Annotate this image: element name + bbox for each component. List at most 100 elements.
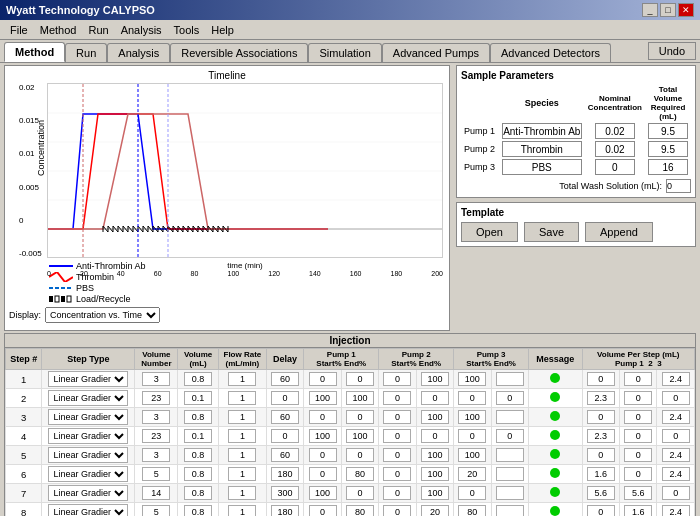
p1-end-input[interactable]: [346, 372, 374, 386]
p1-end-input[interactable]: [346, 391, 374, 405]
tab-simulation[interactable]: Simulation: [308, 43, 381, 62]
pump1-species[interactable]: [502, 123, 582, 139]
volume-input[interactable]: [184, 429, 212, 443]
p2-end-input[interactable]: [421, 391, 449, 405]
v2-input[interactable]: [624, 410, 652, 424]
flow-input[interactable]: [228, 429, 256, 443]
vol-num-input[interactable]: [142, 410, 170, 424]
v1-input[interactable]: [587, 410, 615, 424]
p2-start-input[interactable]: [383, 429, 411, 443]
v3-input[interactable]: [662, 467, 690, 481]
v2-input[interactable]: [624, 448, 652, 462]
v2-input[interactable]: [624, 372, 652, 386]
p3-end-input[interactable]: [496, 448, 524, 462]
v2-input[interactable]: [624, 467, 652, 481]
minimize-button[interactable]: _: [642, 3, 658, 17]
vol-num-input[interactable]: [142, 448, 170, 462]
p3-start-input[interactable]: [458, 448, 486, 462]
window-controls[interactable]: _ □ ✕: [642, 3, 694, 17]
flow-input[interactable]: [228, 467, 256, 481]
step-type[interactable]: Linear Gradient: [42, 484, 135, 503]
p3-start-input[interactable]: [458, 429, 486, 443]
tab-adv-detectors[interactable]: Advanced Detectors: [490, 43, 611, 62]
p3-end-input[interactable]: [496, 467, 524, 481]
maximize-button[interactable]: □: [660, 3, 676, 17]
p2-start-input[interactable]: [383, 391, 411, 405]
pump3-vol[interactable]: [648, 159, 688, 175]
step-type[interactable]: Linear Gradient: [42, 408, 135, 427]
p1-start-input[interactable]: [309, 467, 337, 481]
v3-input[interactable]: [662, 429, 690, 443]
flow-input[interactable]: [228, 391, 256, 405]
v3-input[interactable]: [662, 372, 690, 386]
menu-tools[interactable]: Tools: [168, 23, 206, 37]
menu-help[interactable]: Help: [205, 23, 240, 37]
p1-end-input[interactable]: [346, 486, 374, 500]
p2-end-input[interactable]: [421, 467, 449, 481]
p1-start-input[interactable]: [309, 372, 337, 386]
p1-end-input[interactable]: [346, 448, 374, 462]
v2-input[interactable]: [624, 391, 652, 405]
wash-input[interactable]: [666, 179, 691, 193]
p1-end-input[interactable]: [346, 429, 374, 443]
step-type-select[interactable]: Linear Gradient: [48, 447, 128, 463]
p1-start-input[interactable]: [309, 429, 337, 443]
p2-start-input[interactable]: [383, 486, 411, 500]
p2-start-input[interactable]: [383, 372, 411, 386]
flow-input[interactable]: [228, 505, 256, 516]
delay-input[interactable]: [271, 429, 299, 443]
menu-analysis[interactable]: Analysis: [115, 23, 168, 37]
p3-start-input[interactable]: [458, 372, 486, 386]
delay-input[interactable]: [271, 410, 299, 424]
undo-button[interactable]: Undo: [648, 42, 696, 60]
template-append-button[interactable]: Append: [585, 222, 653, 242]
p3-end-input[interactable]: [496, 486, 524, 500]
vol-num-input[interactable]: [142, 467, 170, 481]
flow-input[interactable]: [228, 486, 256, 500]
delay-input[interactable]: [271, 486, 299, 500]
pump2-species[interactable]: [502, 141, 582, 157]
v1-input[interactable]: [587, 486, 615, 500]
v1-input[interactable]: [587, 429, 615, 443]
volume-input[interactable]: [184, 448, 212, 462]
v3-input[interactable]: [662, 448, 690, 462]
step-type-select[interactable]: Linear Gradient: [48, 390, 128, 406]
p1-start-input[interactable]: [309, 505, 337, 516]
v1-input[interactable]: [587, 467, 615, 481]
p1-start-input[interactable]: [309, 486, 337, 500]
template-save-button[interactable]: Save: [524, 222, 579, 242]
menu-file[interactable]: File: [4, 23, 34, 37]
step-type-select[interactable]: Linear Gradient: [48, 485, 128, 501]
tab-reversible[interactable]: Reversible Associations: [170, 43, 308, 62]
p3-end-input[interactable]: [496, 505, 524, 516]
step-type-select[interactable]: Linear Gradient: [48, 504, 128, 516]
p2-end-input[interactable]: [421, 372, 449, 386]
p2-start-input[interactable]: [383, 505, 411, 516]
delay-input[interactable]: [271, 391, 299, 405]
v3-input[interactable]: [662, 486, 690, 500]
vol-num-input[interactable]: [142, 391, 170, 405]
delay-input[interactable]: [271, 448, 299, 462]
p3-start-input[interactable]: [458, 486, 486, 500]
vol-num-input[interactable]: [142, 372, 170, 386]
tab-adv-pumps[interactable]: Advanced Pumps: [382, 43, 490, 62]
flow-input[interactable]: [228, 410, 256, 424]
p3-start-input[interactable]: [458, 410, 486, 424]
vol-num-input[interactable]: [142, 486, 170, 500]
tab-analysis[interactable]: Analysis: [107, 43, 170, 62]
volume-input[interactable]: [184, 505, 212, 516]
menu-run[interactable]: Run: [82, 23, 114, 37]
pump2-vol[interactable]: [648, 141, 688, 157]
step-type[interactable]: Linear Gradient: [42, 446, 135, 465]
v2-input[interactable]: [624, 486, 652, 500]
step-type[interactable]: Linear Gradient: [42, 503, 135, 517]
step-type-select[interactable]: Linear Gradient: [48, 409, 128, 425]
p2-end-input[interactable]: [421, 448, 449, 462]
pump1-conc[interactable]: [595, 123, 635, 139]
delay-input[interactable]: [271, 372, 299, 386]
p1-start-input[interactable]: [309, 410, 337, 424]
p1-start-input[interactable]: [309, 448, 337, 462]
p3-start-input[interactable]: [458, 467, 486, 481]
volume-input[interactable]: [184, 391, 212, 405]
p1-end-input[interactable]: [346, 467, 374, 481]
